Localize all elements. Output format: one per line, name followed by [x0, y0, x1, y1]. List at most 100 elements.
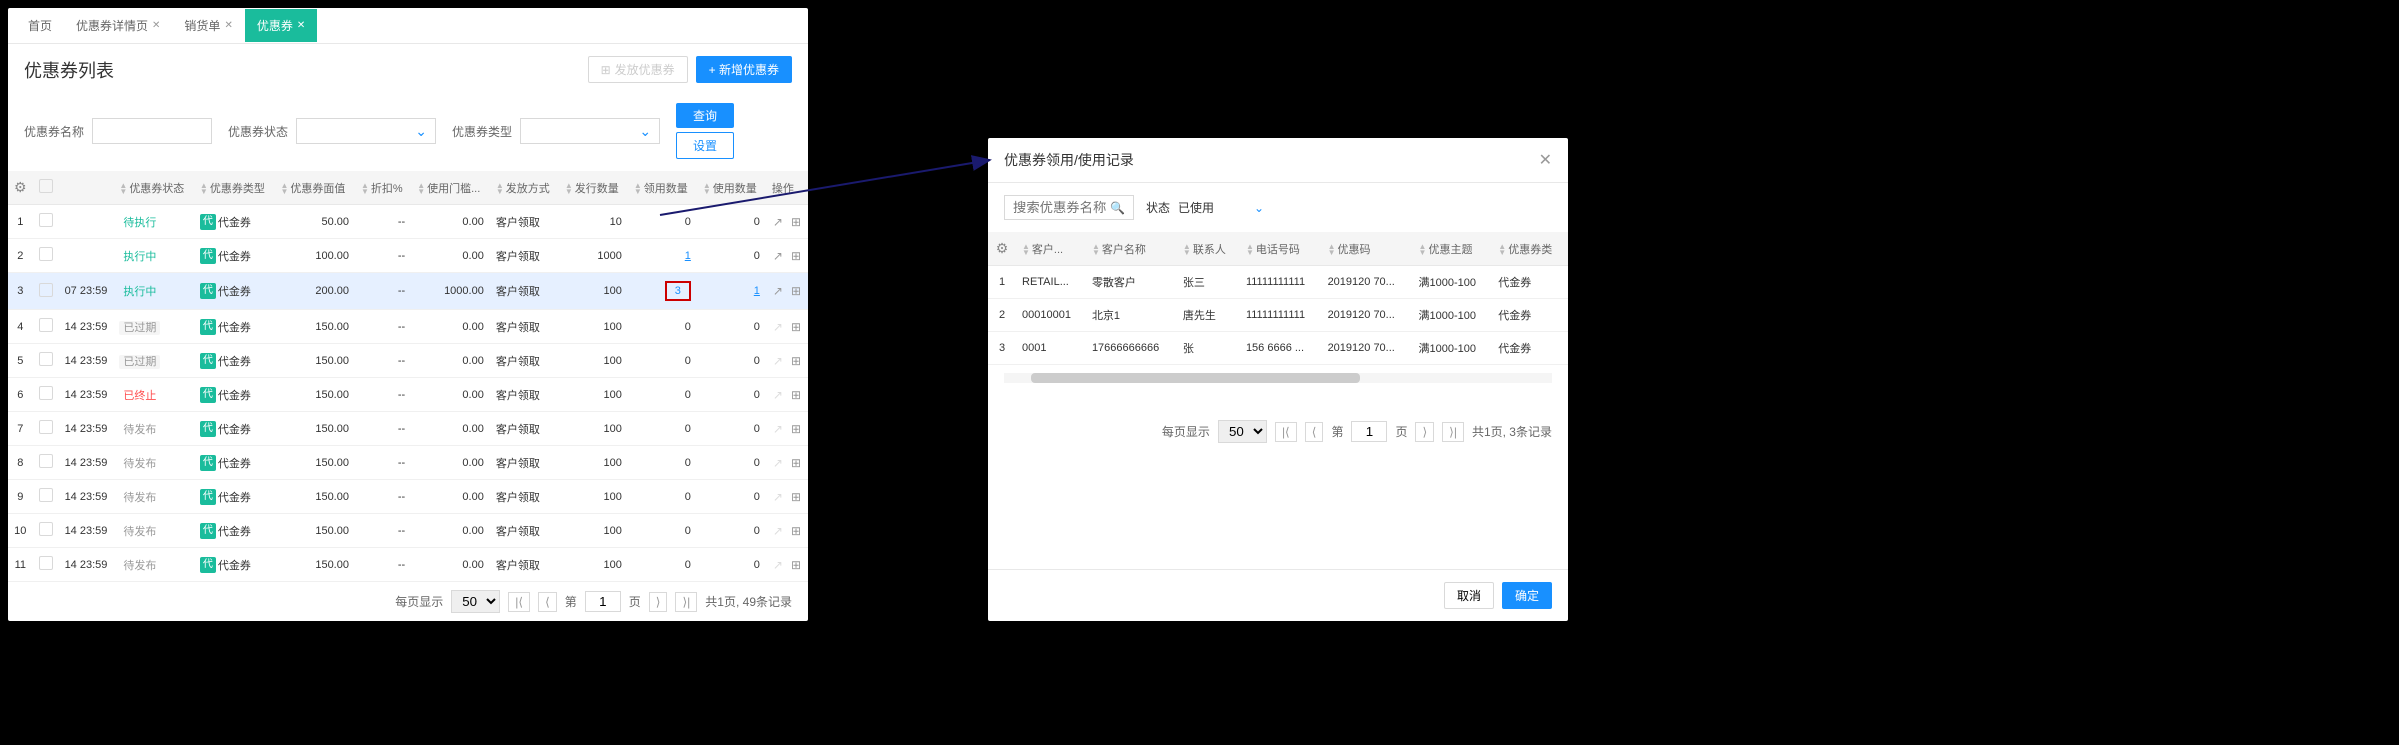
table-row[interactable]: 1 RETAIL... 零散客户 张三 11111111111 2019120 …: [988, 266, 1568, 299]
next-page-button[interactable]: ⟩: [1415, 422, 1434, 442]
qrcode-icon[interactable]: ⊞: [791, 249, 801, 263]
qrcode-icon[interactable]: ⊞: [791, 388, 801, 402]
col-coupon-code[interactable]: ▲▼优惠码: [1322, 232, 1413, 266]
row-checkbox[interactable]: [39, 522, 53, 536]
row-checkbox[interactable]: [39, 318, 53, 332]
col-phone[interactable]: ▲▼电话号码: [1240, 232, 1322, 266]
table-row[interactable]: 3 07 23:59 执行中 代代金券 200.00 -- 1000.00 客户…: [8, 273, 808, 310]
share-icon[interactable]: ↗: [773, 490, 783, 504]
qrcode-icon[interactable]: ⊞: [791, 215, 801, 229]
col-face-value[interactable]: ▲▼优惠券面值: [274, 171, 355, 205]
qrcode-icon[interactable]: ⊞: [791, 320, 801, 334]
table-row[interactable]: 4 14 23:59 已过期 代代金券 150.00 -- 0.00 客户领取 …: [8, 310, 808, 344]
share-icon[interactable]: ↗: [773, 249, 783, 263]
qrcode-icon[interactable]: ⊞: [791, 284, 801, 298]
modal-search-input[interactable]: 🔍: [1004, 195, 1134, 220]
first-page-button[interactable]: |⟨: [508, 592, 530, 612]
distribute-coupon-button[interactable]: ⊞ 发放优惠券: [588, 56, 688, 83]
row-checkbox[interactable]: [39, 213, 53, 227]
col-discount[interactable]: ▲▼折扣%: [355, 171, 411, 205]
table-row[interactable]: 2 00010001 北京1 唐先生 11111111111 2019120 7…: [988, 299, 1568, 332]
share-icon[interactable]: ↗: [773, 558, 783, 572]
table-row[interactable]: 3 0001 17666666666 张 156 6666 ... 201912…: [988, 332, 1568, 365]
qrcode-icon[interactable]: ⊞: [791, 422, 801, 436]
row-checkbox[interactable]: [39, 283, 53, 297]
modal-per-page-select[interactable]: 50: [1218, 420, 1267, 443]
gear-icon[interactable]: ⚙: [14, 179, 27, 195]
col-topic[interactable]: ▲▼优惠主题: [1413, 232, 1493, 266]
close-icon[interactable]: ✕: [297, 20, 305, 31]
row-checkbox[interactable]: [39, 488, 53, 502]
row-checkbox[interactable]: [39, 454, 53, 468]
close-icon[interactable]: ✕: [1539, 150, 1552, 170]
table-row[interactable]: 9 14 23:59 待发布 代代金券 150.00 -- 0.00 客户领取 …: [8, 480, 808, 514]
share-icon[interactable]: ↗: [773, 524, 783, 538]
qrcode-icon[interactable]: ⊞: [791, 456, 801, 470]
search-button[interactable]: 查询: [676, 103, 734, 128]
qrcode-icon[interactable]: ⊞: [791, 524, 801, 538]
col-contact[interactable]: ▲▼联系人: [1177, 232, 1240, 266]
col-coupon-type[interactable]: ▲▼优惠券类: [1492, 232, 1568, 266]
col-cust-code[interactable]: ▲▼客户...: [1016, 232, 1086, 266]
tab-home[interactable]: 首页: [16, 9, 64, 42]
table-row[interactable]: 7 14 23:59 待发布 代代金券 150.00 -- 0.00 客户领取 …: [8, 412, 808, 446]
first-page-button[interactable]: |⟨: [1275, 422, 1297, 442]
last-page-button[interactable]: ⟩|: [1442, 422, 1464, 442]
modal-status-select[interactable]: 已使用 ⌄: [1178, 199, 1264, 216]
table-row[interactable]: 8 14 23:59 待发布 代代金券 150.00 -- 0.00 客户领取 …: [8, 446, 808, 480]
col-threshold[interactable]: ▲▼使用门槛...: [411, 171, 490, 205]
confirm-button[interactable]: 确定: [1502, 582, 1552, 609]
share-icon[interactable]: ↗: [773, 215, 783, 229]
row-checkbox[interactable]: [39, 352, 53, 366]
share-icon[interactable]: ↗: [773, 284, 783, 298]
col-method[interactable]: ▲▼发放方式: [490, 171, 559, 205]
qrcode-icon[interactable]: ⊞: [791, 558, 801, 572]
col-cust-name[interactable]: ▲▼客户名称: [1086, 232, 1177, 266]
filter-type-select[interactable]: [520, 118, 660, 144]
col-type[interactable]: ▲▼优惠券类型: [194, 171, 275, 205]
filter-name-input[interactable]: [92, 118, 212, 144]
tab-coupons[interactable]: 优惠券✕: [245, 9, 317, 42]
qrcode-icon[interactable]: ⊞: [791, 490, 801, 504]
table-row[interactable]: 1 待执行 代代金券 50.00 -- 0.00 客户领取 10 0 0 ↗ ⊞: [8, 205, 808, 239]
table-row[interactable]: 2 执行中 代代金券 100.00 -- 0.00 客户领取 1000 1 0 …: [8, 239, 808, 273]
col-used[interactable]: ▲▼使用数量: [697, 171, 766, 205]
search-icon[interactable]: 🔍: [1110, 201, 1125, 215]
col-status[interactable]: ▲▼优惠券状态: [113, 171, 194, 205]
cancel-button[interactable]: 取消: [1444, 582, 1494, 609]
gear-icon[interactable]: ⚙: [996, 240, 1009, 256]
col-received[interactable]: ▲▼领用数量: [628, 171, 697, 205]
tab-sales-order[interactable]: 销货单✕: [172, 9, 244, 42]
settings-button[interactable]: 设置: [676, 132, 734, 159]
close-icon[interactable]: ✕: [224, 20, 232, 31]
close-icon[interactable]: ✕: [152, 20, 160, 31]
share-icon[interactable]: ↗: [773, 422, 783, 436]
row-checkbox[interactable]: [39, 420, 53, 434]
page-input[interactable]: [585, 591, 621, 612]
share-icon[interactable]: ↗: [773, 388, 783, 402]
prev-page-button[interactable]: ⟨: [538, 592, 557, 612]
col-issued[interactable]: ▲▼发行数量: [559, 171, 628, 205]
share-icon[interactable]: ↗: [773, 320, 783, 334]
share-icon[interactable]: ↗: [773, 354, 783, 368]
tab-coupon-detail[interactable]: 优惠券详情页✕: [64, 9, 172, 42]
per-page-select[interactable]: 50: [451, 590, 500, 613]
row-checkbox[interactable]: [39, 247, 53, 261]
received-count-link[interactable]: 1: [685, 250, 691, 262]
row-checkbox[interactable]: [39, 386, 53, 400]
prev-page-button[interactable]: ⟨: [1305, 422, 1324, 442]
table-row[interactable]: 11 14 23:59 待发布 代代金券 150.00 -- 0.00 客户领取…: [8, 548, 808, 582]
table-row[interactable]: 5 14 23:59 已过期 代代金券 150.00 -- 0.00 客户领取 …: [8, 344, 808, 378]
table-row[interactable]: 6 14 23:59 已终止 代代金券 150.00 -- 0.00 客户领取 …: [8, 378, 808, 412]
qrcode-icon[interactable]: ⊞: [791, 354, 801, 368]
select-all-checkbox[interactable]: [39, 179, 53, 193]
horizontal-scrollbar[interactable]: [1004, 373, 1552, 383]
share-icon[interactable]: ↗: [773, 456, 783, 470]
used-count-link[interactable]: 1: [754, 285, 760, 297]
last-page-button[interactable]: ⟩|: [675, 592, 697, 612]
add-coupon-button[interactable]: + 新增优惠券: [696, 56, 792, 83]
received-count-link[interactable]: 3: [665, 281, 691, 301]
table-row[interactable]: 10 14 23:59 待发布 代代金券 150.00 -- 0.00 客户领取…: [8, 514, 808, 548]
row-checkbox[interactable]: [39, 556, 53, 570]
next-page-button[interactable]: ⟩: [649, 592, 668, 612]
